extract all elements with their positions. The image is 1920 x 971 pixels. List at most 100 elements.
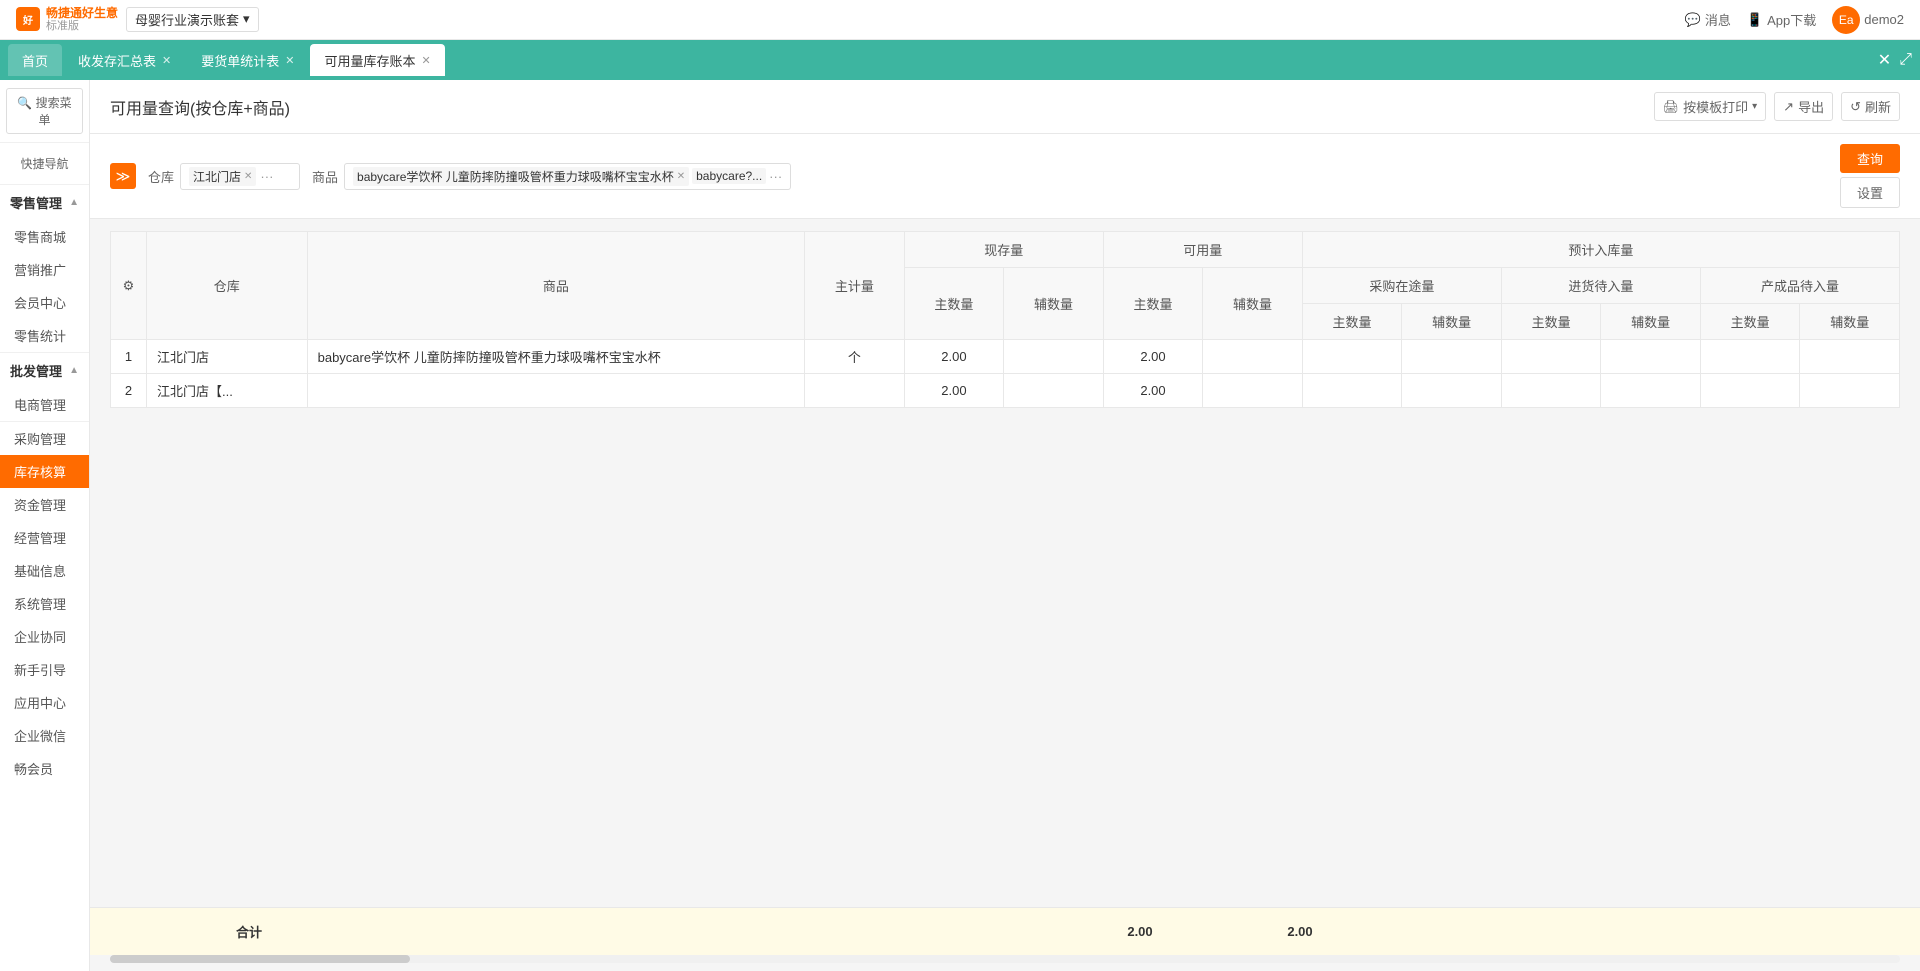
query-button[interactable]: 查询 xyxy=(1840,144,1900,173)
table-production-group-header: 产成品待入量 xyxy=(1700,268,1899,304)
org-chevron-icon: ▾ xyxy=(243,11,250,27)
sidebar-item-app-center[interactable]: 应用中心 xyxy=(0,686,89,719)
warehouse-tag: 江北门店 ✕ xyxy=(189,167,256,186)
page-title: 可用量查询(按仓库+商品) xyxy=(110,95,290,119)
sidebar-item-business-mgmt[interactable]: 经营管理 xyxy=(0,521,89,554)
table-production-sub-header: 辅数量 xyxy=(1800,304,1900,340)
table-purchase-main-header: 主数量 xyxy=(1302,304,1402,340)
quick-nav-label: 快捷导航 xyxy=(20,157,68,171)
table-avail-main-header: 主数量 xyxy=(1103,268,1203,340)
sidebar-item-new-guide[interactable]: 新手引导 xyxy=(0,653,89,686)
retail-section-chevron-icon: ▲ xyxy=(69,197,79,208)
row-incoming-sub xyxy=(1601,374,1701,408)
warehouse-tag-close-icon[interactable]: ✕ xyxy=(244,171,252,182)
message-label: 消息 xyxy=(1705,10,1731,29)
nav-tabs-right: ✕ ⤢ xyxy=(1878,50,1912,70)
refresh-button[interactable]: ↺ 刷新 xyxy=(1841,92,1900,121)
sidebar-item-ecommerce[interactable]: 电商管理 xyxy=(0,388,89,421)
footer-bar: 合计 2.00 2.00 xyxy=(90,907,1920,955)
warehouse-filter-label: 仓库 xyxy=(148,167,174,186)
table-row: 2 江北门店【... 2.00 2.00 xyxy=(111,374,1900,408)
product-filter-dots[interactable]: ··· xyxy=(769,169,782,184)
table-purchase-sub-header: 辅数量 xyxy=(1402,304,1502,340)
row-warehouse: 江北门店【... xyxy=(147,374,308,408)
tab-receipts[interactable]: 收发存汇总表 ✕ xyxy=(64,44,185,76)
retail-section-label: 零售管理 xyxy=(10,193,62,212)
row-stock-sub xyxy=(1004,340,1104,374)
warehouse-tag-value: 江北门店 xyxy=(193,168,241,185)
sidebar-section-wholesale: 批发管理 ▲ 电商管理 xyxy=(0,353,89,422)
sidebar-item-enterprise-wechat[interactable]: 企业微信 xyxy=(0,719,89,752)
table-settings-header[interactable]: ⚙ xyxy=(111,232,147,340)
settings-button[interactable]: 设置 xyxy=(1840,177,1900,208)
logo-icon: 好 xyxy=(16,7,40,31)
sidebar-item-enterprise-collab[interactable]: 企业协同 xyxy=(0,620,89,653)
sidebar-item-finance[interactable]: 资金管理 xyxy=(0,488,89,521)
table-product-header: 商品 xyxy=(307,232,805,340)
close-all-tabs-icon[interactable]: ✕ xyxy=(1878,50,1891,70)
summary-avail-sub xyxy=(1340,916,1420,947)
sidebar-item-retail-store[interactable]: 零售商城 xyxy=(0,220,89,253)
table-avail-group-header: 可用量 xyxy=(1103,232,1302,268)
sidebar-item-basic-info[interactable]: 基础信息 xyxy=(0,554,89,587)
app-icon: 📱 xyxy=(1747,12,1763,28)
export-button[interactable]: ↗ 导出 xyxy=(1774,92,1833,121)
product-filter-label: 商品 xyxy=(312,167,338,186)
row-purchase-sub xyxy=(1402,340,1502,374)
user-menu[interactable]: Ea demo2 xyxy=(1832,6,1904,34)
sidebar-item-marketing[interactable]: 营销推广 xyxy=(0,253,89,286)
refresh-icon: ↺ xyxy=(1850,99,1861,115)
summary-production-sub xyxy=(1820,916,1900,947)
org-selector[interactable]: 母婴行业演示账套 ▾ xyxy=(126,7,259,32)
summary-avail-main: 2.00 xyxy=(1260,916,1340,947)
sidebar-item-purchasing[interactable]: 采购管理 xyxy=(0,422,89,455)
warehouse-filter-input[interactable]: 江北门店 ✕ ··· xyxy=(180,163,300,190)
sidebar-item-members[interactable]: 会员中心 xyxy=(0,286,89,319)
tab-available-stock-close-icon[interactable]: ✕ xyxy=(422,54,431,67)
sidebar-item-system-mgmt[interactable]: 系统管理 xyxy=(0,587,89,620)
product-tag-1: babycare学饮杯 儿童防摔防撞吸管杯重力球吸嘴杯宝宝水杯 ✕ xyxy=(353,167,689,186)
summary-production-main xyxy=(1740,916,1820,947)
tab-orders[interactable]: 要货单统计表 ✕ xyxy=(187,44,308,76)
export-label: 导出 xyxy=(1798,97,1824,116)
tab-receipts-close-icon[interactable]: ✕ xyxy=(162,54,171,67)
table-incoming-main-header: 主数量 xyxy=(1501,304,1601,340)
tab-home[interactable]: 首页 xyxy=(8,44,62,76)
sidebar-item-quick-nav[interactable]: 快捷导航 xyxy=(0,147,89,180)
sidebar-section-retail-header[interactable]: 零售管理 ▲ xyxy=(0,185,89,220)
tab-available-stock[interactable]: 可用量库存账本 ✕ xyxy=(310,44,444,76)
filter-expand-button[interactable]: ≫ xyxy=(110,163,136,189)
filter-action-buttons: 查询 设置 xyxy=(1840,144,1900,208)
logo-text-block: 畅捷通好生意 标准版 xyxy=(46,6,118,34)
table-avail-sub-header: 辅数量 xyxy=(1203,268,1303,340)
table-container: ⚙ 仓库 商品 主计量 现存量 可用量 预计入库量 主数量 辅数量 主数量 辅数… xyxy=(90,219,1920,907)
tab-orders-close-icon[interactable]: ✕ xyxy=(285,54,294,67)
content-area: 可用量查询(按仓库+商品) 🖨 按模板打印 ▾ ↗ 导出 ↺ 刷新 ≫ xyxy=(90,80,1920,971)
summary-incoming-main xyxy=(1580,916,1660,947)
sidebar-item-inventory[interactable]: 库存核算 xyxy=(0,455,89,488)
product-filter-input[interactable]: babycare学饮杯 儿童防摔防撞吸管杯重力球吸嘴杯宝宝水杯 ✕ babyca… xyxy=(344,163,791,190)
maximize-icon[interactable]: ⤢ xyxy=(1899,51,1912,69)
search-menu-label: 搜索菜单 xyxy=(36,96,72,127)
message-button[interactable]: 💬 消息 xyxy=(1685,10,1731,29)
product-tag-1-value: babycare学饮杯 儿童防摔防撞吸管杯重力球吸嘴杯宝宝水杯 xyxy=(357,168,674,185)
warehouse-filter-dots[interactable]: ··· xyxy=(260,169,273,184)
row-unit: 个 xyxy=(805,340,905,374)
app-download-button[interactable]: 📱 App下载 xyxy=(1747,10,1816,29)
horizontal-scroll-bar[interactable] xyxy=(110,955,1900,963)
sidebar-section-wholesale-header[interactable]: 批发管理 ▲ xyxy=(0,353,89,388)
sidebar-item-retail-stats[interactable]: 零售统计 xyxy=(0,319,89,352)
row-production-main xyxy=(1700,340,1800,374)
summary-purchase-main xyxy=(1420,916,1500,947)
print-template-button[interactable]: 🖨 按模板打印 ▾ xyxy=(1654,92,1767,121)
product-tag-1-close-icon[interactable]: ✕ xyxy=(677,171,685,182)
search-menu-button[interactable]: 🔍 搜索菜单 xyxy=(6,88,83,134)
horizontal-scroll-thumb[interactable] xyxy=(110,955,410,963)
summary-purchase-sub xyxy=(1500,916,1580,947)
sidebar-item-member-plus[interactable]: 畅会员 xyxy=(0,752,89,785)
table-warehouse-header: 仓库 xyxy=(147,232,308,340)
row-production-sub xyxy=(1800,374,1900,408)
summary-empty-2 xyxy=(146,916,226,947)
table-forecast-group-header: 预计入库量 xyxy=(1302,232,1899,268)
table-incoming-group-header: 进货待入量 xyxy=(1501,268,1700,304)
